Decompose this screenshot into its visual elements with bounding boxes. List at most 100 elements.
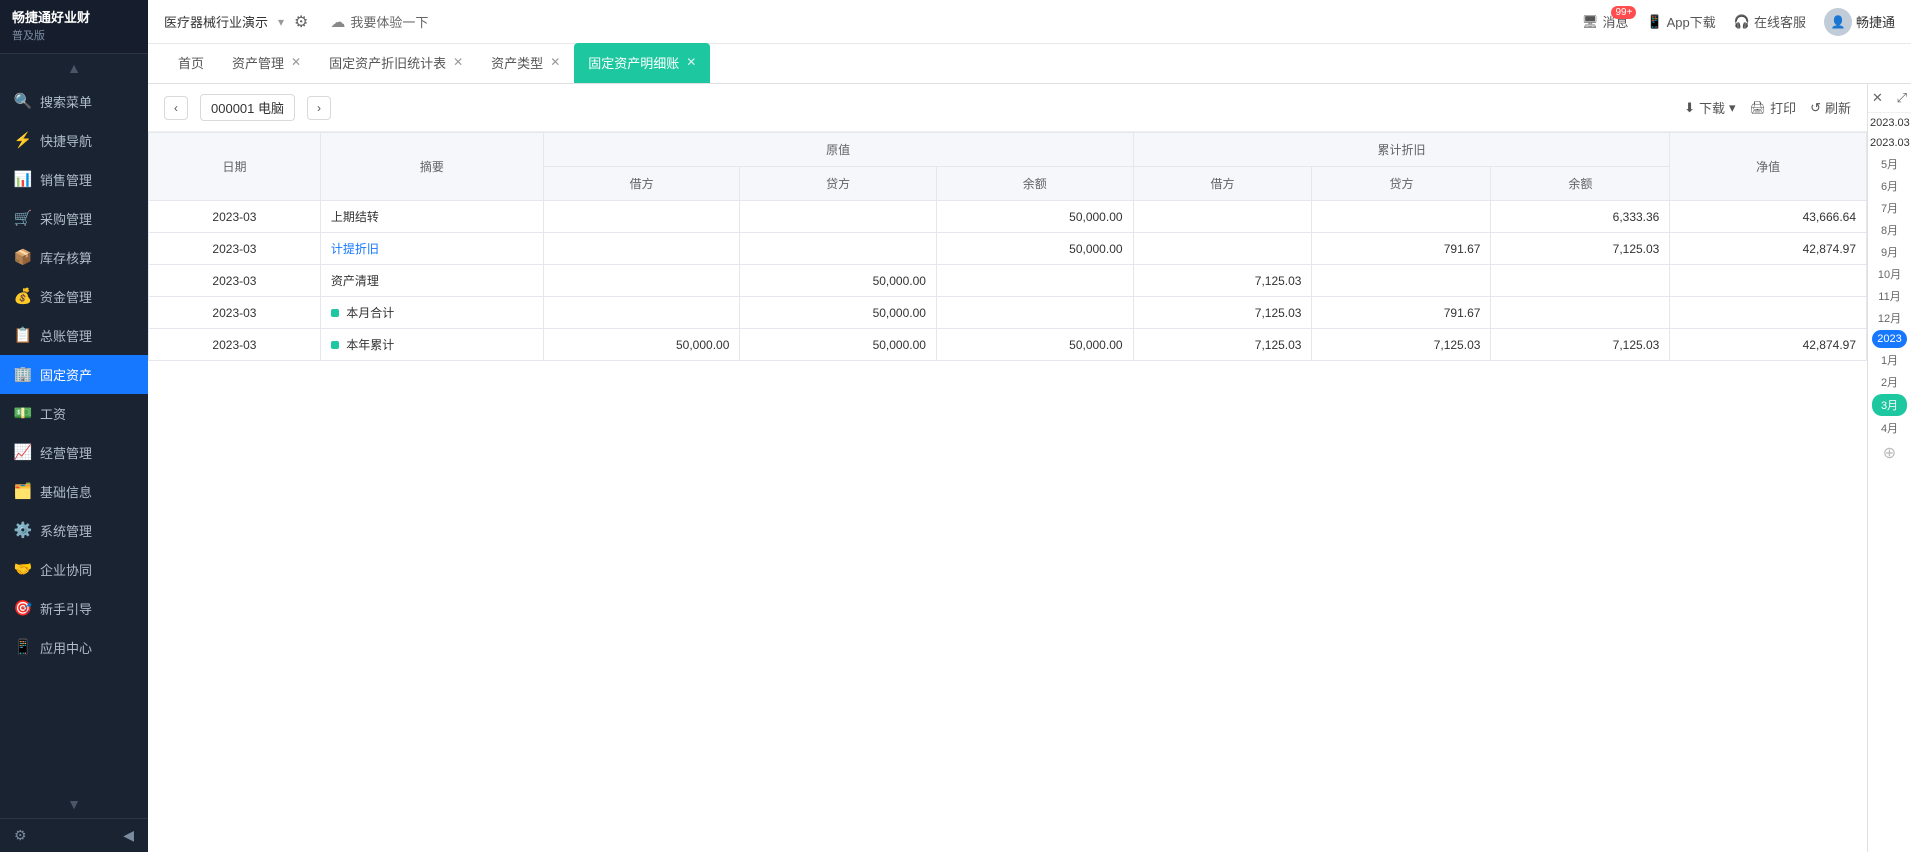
cell-orig-balance	[936, 265, 1133, 297]
month-8[interactable]: 8月	[1868, 219, 1911, 241]
cell-summary[interactable]: 计提折旧	[320, 233, 543, 265]
message-btn[interactable]: 🖥 消息 99+	[1582, 12, 1629, 31]
right-panel: ✕ ⤢ 2023.03 2023.03 5月 6月 7月 8月 9月 10月 1…	[1867, 84, 1911, 852]
sidebar-item-ledger[interactable]: 📋 总账管理	[0, 316, 148, 355]
tab-assetmgmt[interactable]: 资产管理 ✕	[218, 43, 315, 83]
tab-deprstat[interactable]: 固定资产折旧统计表 ✕	[315, 43, 477, 83]
logo-name: 畅捷通好业财	[12, 10, 90, 27]
experience-btn[interactable]: ☁ 我要体验一下	[330, 12, 428, 31]
sidebar-item-operations[interactable]: 📈 经营管理	[0, 433, 148, 472]
table-row: 2023-03 本月合计 50,000.00 7,125.03 791.67	[149, 297, 1867, 329]
panel-expand-icon[interactable]: ⤢	[1897, 90, 1907, 106]
sidebar-item-search[interactable]: 🔍 搜索菜单	[0, 82, 148, 121]
cell-orig-balance: 50,000.00	[936, 233, 1133, 265]
month-3[interactable]: 3月	[1872, 394, 1907, 416]
cell-orig-debit: 50,000.00	[543, 329, 740, 361]
sidebar-item-inventory[interactable]: 📦 库存核算	[0, 238, 148, 277]
tab-deprstat-close[interactable]: ✕	[453, 55, 463, 69]
sidebar-label-search: 搜索菜单	[40, 92, 92, 111]
sidebar-item-fixedassets[interactable]: 🏢 固定资产	[0, 355, 148, 394]
sidebar-item-purchase[interactable]: 🛒 采购管理	[0, 199, 148, 238]
sidebar-item-funds[interactable]: 💰 资金管理	[0, 277, 148, 316]
settings-icon[interactable]: ⚙	[14, 827, 27, 844]
main-area: 医疗器械行业演示 ▾ ⚙ ☁ 我要体验一下 🖥 消息 99+ 📱 App下载 🎧…	[148, 0, 1911, 852]
cell-date: 2023-03	[149, 233, 321, 265]
next-arrow[interactable]: ›	[307, 96, 331, 120]
sidebar-label-inventory: 库存核算	[40, 248, 92, 267]
sidebar-scroll-up[interactable]: ▲	[0, 54, 148, 82]
salary-icon: 💵	[14, 404, 32, 422]
tab-assetmgmt-close[interactable]: ✕	[291, 55, 301, 69]
settings-gear-icon[interactable]: ⚙	[294, 12, 308, 32]
detail-toolbar: ‹ 000001 电脑 › ⬇ 下载 ▾ 🖨 打印 ↺ 刷新	[148, 84, 1867, 132]
logo-sub: 普及版	[12, 27, 90, 43]
cell-depr-balance	[1491, 265, 1670, 297]
year-2023[interactable]: 2023	[1872, 330, 1907, 348]
cell-orig-debit	[543, 265, 740, 297]
dropdown-arrow-icon[interactable]: ▾	[278, 15, 284, 29]
download-btn[interactable]: ⬇ 下载 ▾	[1684, 98, 1735, 117]
panel-bottom-expand-icon[interactable]: ⊕	[1868, 439, 1911, 467]
refresh-icon: ↺	[1810, 100, 1821, 116]
table-row: 2023-03 计提折旧 50,000.00 791.67 7,125.03 4…	[149, 233, 1867, 265]
user-btn[interactable]: 👤 畅捷通	[1824, 8, 1895, 36]
tab-assetdetail[interactable]: 固定资产明细账 ✕	[574, 43, 710, 83]
sidebar-item-quicknav[interactable]: ⚡ 快捷导航	[0, 121, 148, 160]
sidebar: 畅捷通好业财 普及版 ▲ 🔍 搜索菜单 ⚡ 快捷导航 📊 销售管理 🛒 采购管理…	[0, 0, 148, 852]
newguide-icon: 🎯	[14, 599, 32, 617]
system-icon: ⚙️	[14, 521, 32, 539]
sidebar-label-sales: 销售管理	[40, 170, 92, 189]
col-depr-credit: 贷方	[1312, 167, 1491, 201]
purchase-icon: 🛒	[14, 209, 32, 227]
cell-orig-credit	[740, 233, 937, 265]
month-7[interactable]: 7月	[1868, 197, 1911, 219]
tab-assettype[interactable]: 资产类型 ✕	[477, 43, 574, 83]
tab-assettype-close[interactable]: ✕	[550, 55, 560, 69]
sidebar-scroll-down[interactable]: ▼	[0, 790, 148, 818]
cell-depr-debit	[1133, 201, 1312, 233]
col-summary: 摘要	[320, 133, 543, 201]
month-1[interactable]: 1月	[1868, 349, 1911, 371]
print-icon: 🖨	[1750, 100, 1767, 116]
sidebar-bottom: ⚙ ◀	[0, 818, 148, 852]
prev-arrow[interactable]: ‹	[164, 96, 188, 120]
experience-text: 我要体验一下	[350, 12, 428, 31]
sidebar-item-salary[interactable]: 💵 工资	[0, 394, 148, 433]
sidebar-item-newguide[interactable]: 🎯 新手引导	[0, 589, 148, 628]
cell-orig-balance	[936, 297, 1133, 329]
company-name: 医疗器械行业演示	[164, 12, 268, 31]
month-4[interactable]: 4月	[1868, 417, 1911, 439]
cell-orig-credit: 50,000.00	[740, 297, 937, 329]
tab-home[interactable]: 首页	[164, 43, 218, 83]
sidebar-item-sales[interactable]: 📊 销售管理	[0, 160, 148, 199]
month-6[interactable]: 6月	[1868, 175, 1911, 197]
sidebar-label-appcenter: 应用中心	[40, 638, 92, 657]
month-5[interactable]: 5月	[1868, 153, 1911, 175]
month-12[interactable]: 12月	[1868, 307, 1911, 329]
sidebar-label-funds: 资金管理	[40, 287, 92, 306]
month-10[interactable]: 10月	[1868, 263, 1911, 285]
print-btn[interactable]: 🖨 打印	[1750, 98, 1797, 117]
sidebar-item-collab[interactable]: 🤝 企业协同	[0, 550, 148, 589]
support-btn[interactable]: 🎧 在线客服	[1734, 12, 1806, 31]
refresh-btn[interactable]: ↺ 刷新	[1810, 98, 1851, 117]
download-icon: ⬇	[1684, 100, 1695, 116]
tab-assetdetail-close[interactable]: ✕	[686, 55, 696, 69]
sidebar-label-fixedassets: 固定资产	[40, 365, 92, 384]
month-11[interactable]: 11月	[1868, 285, 1911, 307]
cell-net-value: 43,666.64	[1670, 201, 1867, 233]
month-9[interactable]: 9月	[1868, 241, 1911, 263]
collapse-icon[interactable]: ◀	[123, 827, 134, 844]
month-2[interactable]: 2月	[1868, 371, 1911, 393]
basicinfo-icon: 🗂️	[14, 482, 32, 500]
content-main: ‹ 000001 电脑 › ⬇ 下载 ▾ 🖨 打印 ↺ 刷新	[148, 84, 1867, 852]
panel-close-icon[interactable]: ✕	[1872, 90, 1883, 106]
cell-depr-credit: 791.67	[1312, 233, 1491, 265]
cell-depr-credit: 7,125.03	[1312, 329, 1491, 361]
sidebar-item-system[interactable]: ⚙️ 系统管理	[0, 511, 148, 550]
sidebar-item-appcenter[interactable]: 📱 应用中心	[0, 628, 148, 667]
download-btn[interactable]: 📱 App下载	[1646, 12, 1715, 31]
cell-summary: 本月合计	[320, 297, 543, 329]
cloud-icon: ☁	[330, 13, 345, 31]
sidebar-item-basicinfo[interactable]: 🗂️ 基础信息	[0, 472, 148, 511]
